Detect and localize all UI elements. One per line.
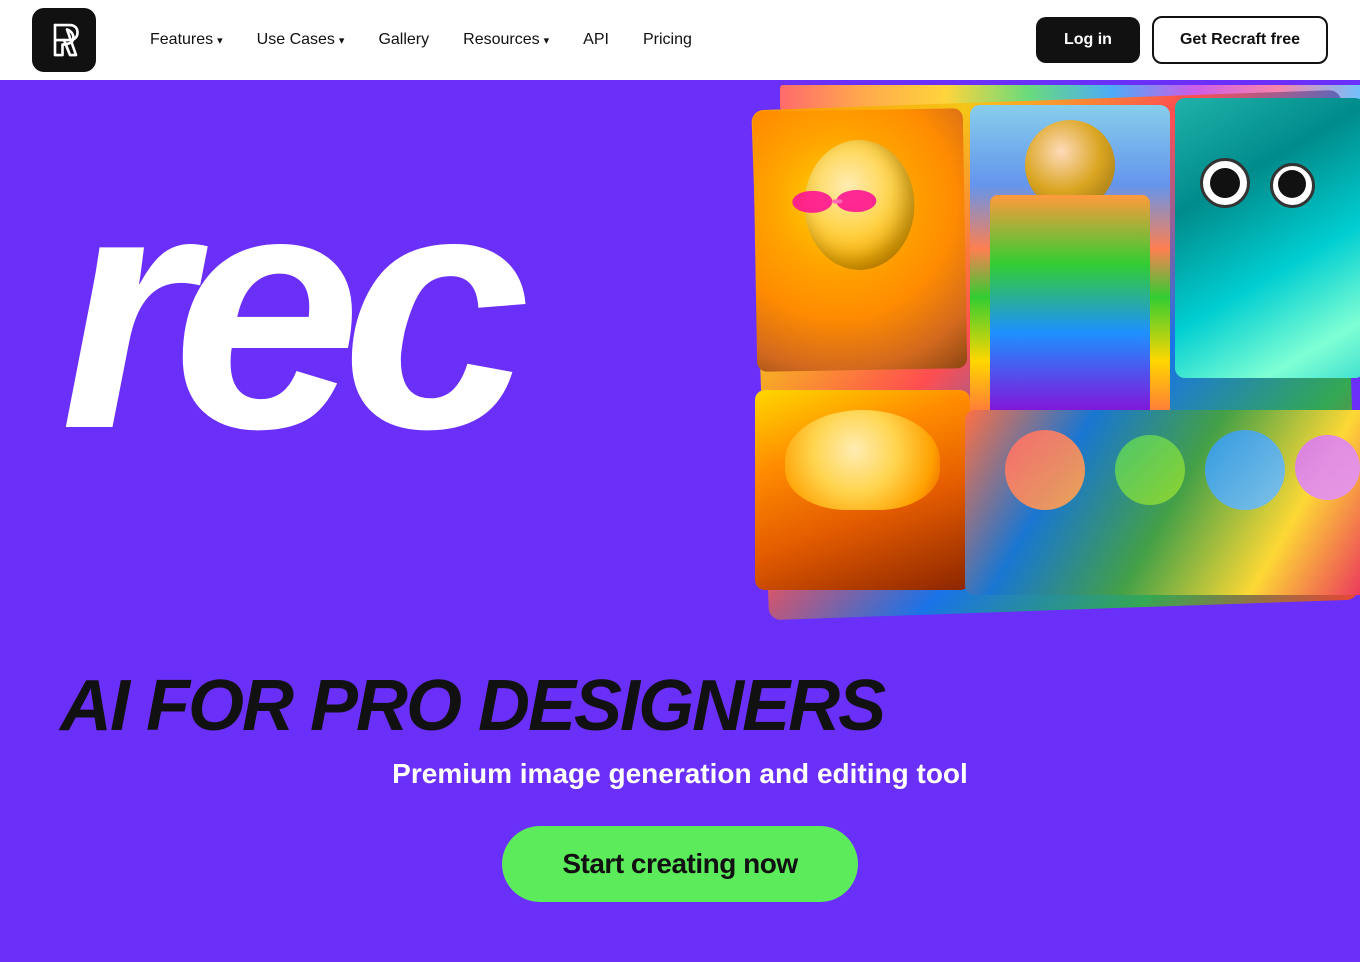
nav-features[interactable]: Features ▾ — [136, 23, 237, 57]
nav-api[interactable]: API — [569, 23, 623, 57]
get-recraft-free-button[interactable]: Get Recraft free — [1152, 16, 1328, 64]
nav-use-cases[interactable]: Use Cases ▾ — [243, 23, 359, 57]
nav-links: Features ▾ Use Cases ▾ Gallery Resources… — [136, 23, 1036, 57]
navbar: Features ▾ Use Cases ▾ Gallery Resources… — [0, 0, 1360, 80]
login-button[interactable]: Log in — [1036, 17, 1140, 63]
hero-section: rec — [0, 80, 1360, 620]
hero-collage — [660, 80, 1360, 620]
logo[interactable] — [32, 8, 96, 72]
chevron-down-icon: ▾ — [339, 34, 345, 47]
nav-pricing[interactable]: Pricing — [629, 23, 706, 57]
hero-bottom: AI FOR PRO DESIGNERS Premium image gener… — [0, 620, 1360, 962]
chevron-down-icon: ▾ — [217, 34, 223, 47]
chevron-down-icon: ▾ — [544, 34, 550, 47]
nav-gallery[interactable]: Gallery — [364, 23, 443, 57]
nav-right: Log in Get Recraft free — [1036, 16, 1328, 64]
nav-resources[interactable]: Resources ▾ — [449, 23, 563, 57]
hero-big-text: rec — [60, 140, 511, 480]
start-creating-button[interactable]: Start creating now — [502, 826, 857, 902]
cta-row: Start creating now — [60, 826, 1300, 902]
hero-headline: AI FOR PRO DESIGNERS — [60, 670, 1300, 742]
hero-subheadline: Premium image generation and editing too… — [60, 758, 1300, 790]
